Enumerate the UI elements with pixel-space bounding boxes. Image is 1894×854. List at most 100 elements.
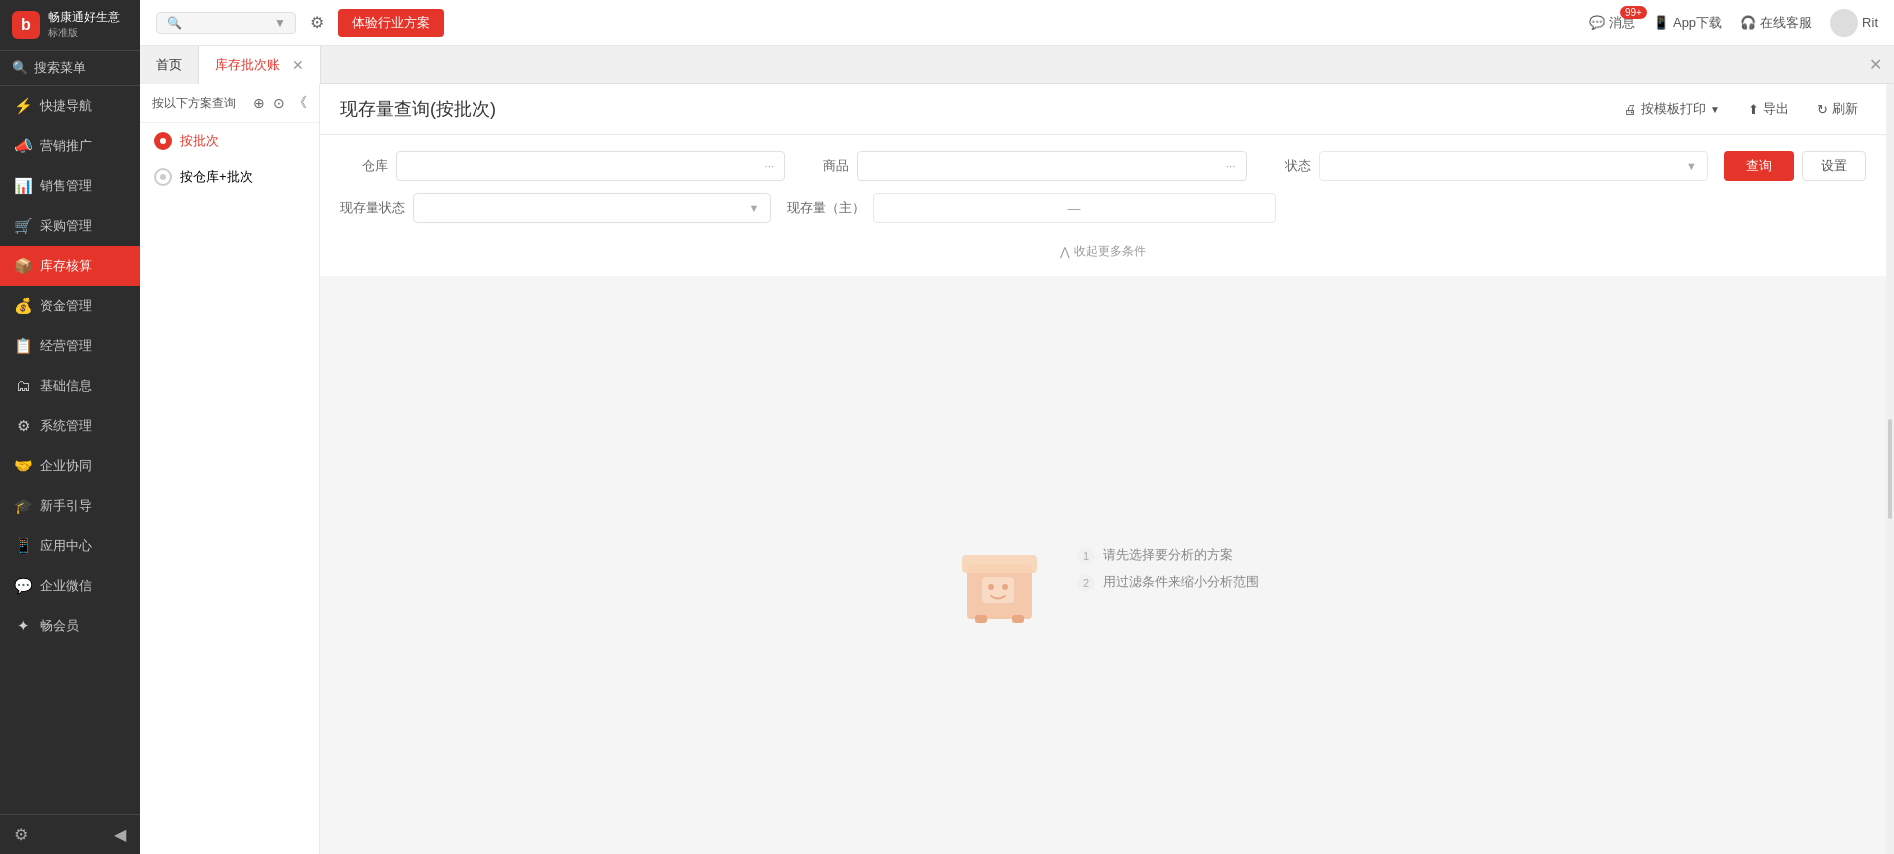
collapse-sidebar-icon[interactable]: ◀ (114, 825, 126, 844)
sidebar-item-label: 系统管理 (40, 417, 92, 435)
app-logo: b (12, 11, 40, 39)
page-title: 现存量查询(按批次) (340, 97, 496, 133)
settings-button[interactable]: 设置 (1802, 151, 1866, 181)
export-button[interactable]: ⬆ 导出 (1740, 96, 1797, 122)
sidebar-item-wechat[interactable]: 💬 企业微信 (0, 566, 140, 606)
svg-rect-1 (962, 555, 1037, 573)
tabbar-close-right[interactable]: ✕ (1869, 55, 1894, 74)
sidebar-item-basic[interactable]: 🗂 基础信息 (0, 366, 140, 406)
basic-icon: 🗂 (14, 377, 32, 395)
sidebar-item-apps[interactable]: 📱 应用中心 (0, 526, 140, 566)
product-more-icon[interactable]: ··· (1226, 159, 1236, 173)
topbar-search-icon: 🔍 (167, 16, 182, 30)
product-filter-input[interactable]: ··· (857, 151, 1246, 181)
step-2-num: 2 (1077, 574, 1095, 592)
sidebar-item-label: 企业协同 (40, 457, 92, 475)
sidebar-item-operations[interactable]: 📋 经营管理 (0, 326, 140, 366)
warehouse-filter-item: 仓库 ··· (340, 151, 785, 181)
sidebar-item-inventory[interactable]: 📦 库存核算 (0, 246, 140, 286)
inventory-icon: 📦 (14, 257, 32, 275)
filter-area: 仓库 ··· 商品 ··· 状态 (320, 135, 1886, 276)
print-dropdown-icon: ▼ (1710, 104, 1720, 115)
app-download-icon: 📱 (1653, 15, 1669, 30)
sidebar-item-marketing[interactable]: 📣 营销推广 (0, 126, 140, 166)
stock-main-from-input[interactable] (874, 196, 1062, 221)
main-area: 🔍 ▼ ⚙ 体验行业方案 💬 消息 99+ 📱 App下载 🎧 在线客服 R (140, 0, 1894, 854)
query-button[interactable]: 查询 (1724, 151, 1794, 181)
scheme-item-warehouse-batch[interactable]: 按仓库+批次 (140, 159, 319, 195)
sidebar-header: b 畅康通好生意 标准版 (0, 0, 140, 51)
print-icon: 🖨 (1624, 102, 1637, 117)
stock-main-to-input[interactable] (1087, 196, 1275, 221)
status-filter-select[interactable]: ▼ (1319, 151, 1708, 181)
topbar-search-input[interactable] (188, 16, 268, 30)
manage-scheme-icon[interactable]: ⊙ (273, 95, 285, 111)
sidebar-item-enterprise[interactable]: 🤝 企业协同 (0, 446, 140, 486)
sidebar-nav: ⚡ 快捷导航 📣 营销推广 📊 销售管理 🛒 采购管理 📦 库存核算 💰 资金管… (0, 86, 140, 814)
svg-rect-5 (975, 615, 987, 623)
sidebar-item-system[interactable]: ⚙ 系统管理 (0, 406, 140, 446)
app-download-action[interactable]: 📱 App下载 (1653, 14, 1722, 32)
tab-inventory-batch[interactable]: 库存批次账 ✕ (199, 46, 321, 84)
stock-main-range: — (873, 193, 1276, 223)
warehouse-filter-input[interactable]: ··· (396, 151, 785, 181)
sidebar-search[interactable]: 🔍 搜索菜单 (0, 51, 140, 86)
topbar-gear-icon[interactable]: ⚙ (310, 13, 324, 32)
empty-hint-2: 2 用过滤条件来缩小分析范围 (1077, 573, 1259, 592)
warehouse-more-icon[interactable]: ··· (764, 159, 774, 173)
experience-industry-button[interactable]: 体验行业方案 (338, 9, 444, 37)
topbar-search-dropdown-icon[interactable]: ▼ (274, 16, 286, 30)
sidebar-item-label: 库存核算 (40, 257, 92, 275)
sidebar-item-label: 应用中心 (40, 537, 92, 555)
enterprise-icon: 🤝 (14, 457, 32, 475)
online-service-action[interactable]: 🎧 在线客服 (1740, 14, 1812, 32)
sidebar-item-label: 销售管理 (40, 177, 92, 195)
svg-point-4 (1002, 584, 1008, 590)
messages-action[interactable]: 💬 消息 99+ (1589, 14, 1635, 32)
warehouse-filter-label: 仓库 (340, 157, 388, 175)
sidebar-item-quick-nav[interactable]: ⚡ 快捷导航 (0, 86, 140, 126)
add-scheme-icon[interactable]: ⊕ (253, 95, 265, 111)
settings-footer-icon[interactable]: ⚙ (14, 825, 28, 844)
print-template-button[interactable]: 🖨 按模板打印 ▼ (1616, 96, 1728, 122)
refresh-button[interactable]: ↻ 刷新 (1809, 96, 1866, 122)
main-content: 现存量查询(按批次) 🖨 按模板打印 ▼ ⬆ 导出 ↻ 刷新 (320, 84, 1886, 854)
app-download-label: App下载 (1673, 14, 1722, 32)
collapse-panel-icon[interactable]: 《 (293, 94, 307, 112)
sidebar-item-member[interactable]: ✦ 畅会员 (0, 606, 140, 646)
finance-icon: 💰 (14, 297, 32, 315)
online-service-label: 在线客服 (1760, 14, 1812, 32)
empty-texts: 1 请先选择要分析的方案 2 用过滤条件来缩小分析范围 (1077, 546, 1259, 592)
home-tab-label: 首页 (156, 56, 182, 74)
svg-rect-6 (1012, 615, 1024, 623)
tab-close-icon[interactable]: ✕ (292, 57, 304, 73)
sidebar-item-label: 营销推广 (40, 137, 92, 155)
user-avatar-action[interactable]: Rit (1830, 9, 1878, 37)
tabbar: 首页 库存批次账 ✕ ✕ (140, 46, 1894, 84)
sidebar-item-label: 快捷导航 (40, 97, 92, 115)
stock-status-select[interactable]: ▼ (413, 193, 771, 223)
app-title: 畅康通好生意 (48, 10, 120, 26)
sidebar-item-finance[interactable]: 💰 资金管理 (0, 286, 140, 326)
product-filter-item: 商品 ··· (801, 151, 1246, 181)
topbar-search-box[interactable]: 🔍 ▼ (156, 12, 296, 34)
scheme-item-batch[interactable]: 按批次 (140, 123, 319, 159)
sidebar-item-sales[interactable]: 📊 销售管理 (0, 166, 140, 206)
scrollbar-thumb (1888, 419, 1892, 519)
content-area: 按以下方案查询 ⊕ ⊙ 《 按批次 按仓库+批次 现存量查询(按批次) (140, 84, 1894, 854)
app-subtitle: 标准版 (48, 26, 120, 40)
right-scrollbar[interactable] (1886, 84, 1894, 854)
empty-state: 1 请先选择要分析的方案 2 用过滤条件来缩小分析范围 (320, 284, 1886, 854)
scheme-dot-active (154, 132, 172, 150)
marketing-icon: 📣 (14, 137, 32, 155)
operations-icon: 📋 (14, 337, 32, 355)
sidebar-item-newbie[interactable]: 🎓 新手引导 (0, 486, 140, 526)
messages-badge: 99+ (1620, 6, 1647, 19)
sidebar-item-purchase[interactable]: 🛒 采购管理 (0, 206, 140, 246)
collapse-button[interactable]: ⋀ 收起更多条件 (1060, 243, 1146, 260)
tab-home[interactable]: 首页 (140, 46, 199, 84)
sidebar-item-label: 畅会员 (40, 617, 79, 635)
close-all-icon[interactable]: ✕ (1869, 55, 1882, 74)
sales-icon: 📊 (14, 177, 32, 195)
apps-icon: 📱 (14, 537, 32, 555)
